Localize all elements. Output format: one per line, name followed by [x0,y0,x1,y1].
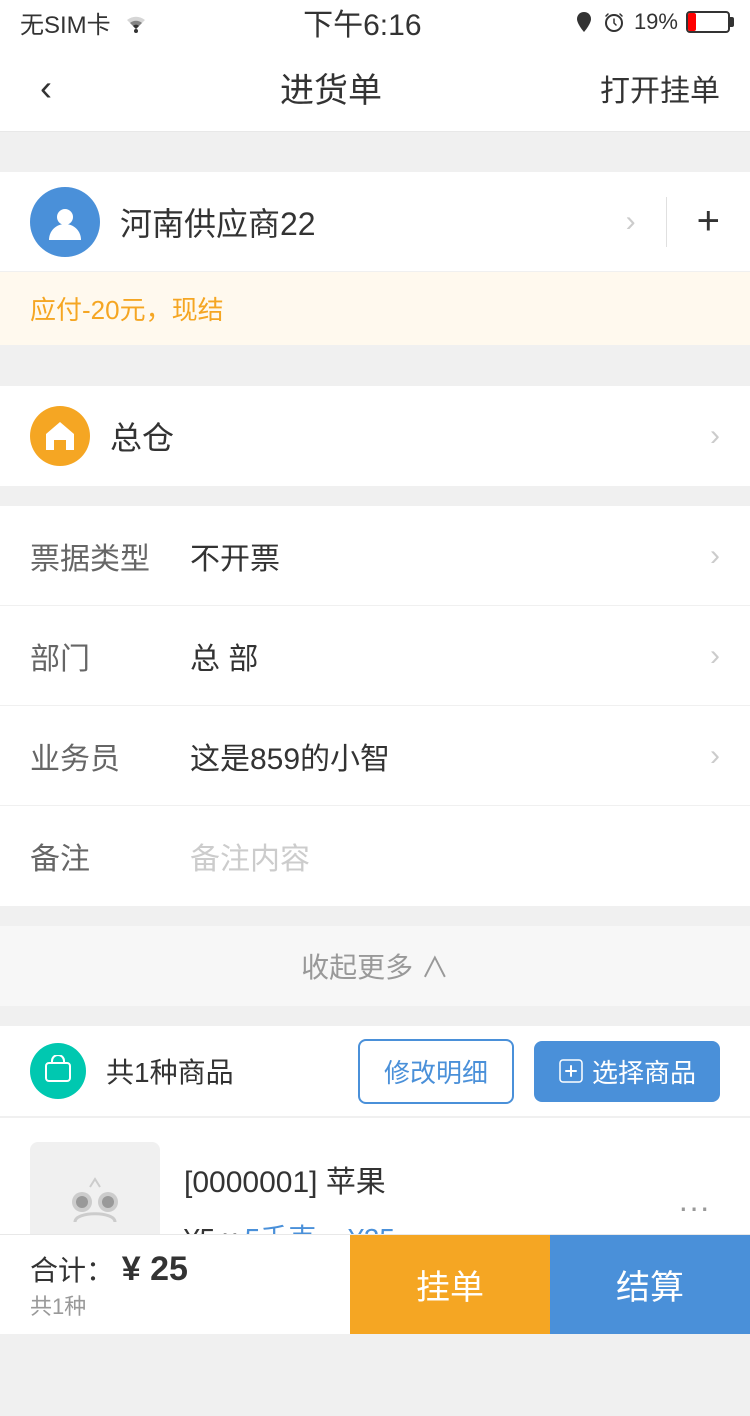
warehouse-chevron-icon: › [710,419,720,453]
warehouse-icon [30,406,90,466]
home-icon [42,418,78,454]
supplier-avatar [30,187,100,257]
products-count: 共1种商品 [106,1051,338,1091]
open-hang-button[interactable]: 打开挂单 [600,66,720,110]
hang-button[interactable]: 挂单 [350,1235,550,1334]
location-icon [574,10,594,34]
status-time: 下午6:16 [303,0,421,44]
total-amount: ¥ 25 [122,1250,188,1288]
product-more-button[interactable]: ··· [668,1179,720,1236]
bottom-bar: 合计： ¥ 25 共1种 挂单 结算 [0,1234,750,1334]
select-icon [558,1058,584,1084]
supplier-chevron-icon: › [626,205,636,239]
dept-label: 部门 [30,634,150,678]
salesperson-chevron-icon: › [710,739,720,773]
select-product-button[interactable]: 选择商品 [534,1041,720,1102]
collapse-bar[interactable]: 收起更多 ∧ [0,926,750,1006]
products-icon [30,1043,86,1099]
section-divider-1 [0,132,750,152]
collapse-text: 收起更多 ∧ [301,946,449,986]
total-sub: 共1种 [30,1289,320,1321]
wifi-icon [121,11,151,33]
invoice-chevron-icon: › [710,539,720,573]
supplier-section: 河南供应商22 › + 应付-20元，现结 [0,172,750,346]
notice-banner: 应付-20元，现结 [0,272,750,346]
checkout-button[interactable]: 结算 [550,1235,750,1334]
supplier-divider [666,197,667,247]
nav-bar: ‹ 进货单 打开挂单 [0,44,750,132]
note-row[interactable]: 备注 备注内容 [0,806,750,906]
note-placeholder: 备注内容 [150,834,720,878]
select-product-label: 选择商品 [592,1053,696,1090]
back-button[interactable]: ‹ [30,57,62,119]
status-bar: 无SIM卡 下午6:16 19% [0,0,750,44]
invoice-row[interactable]: 票据类型 不开票 › [0,506,750,606]
product-name: [0000001] 苹果 [184,1157,644,1201]
battery-percent: 19% [634,9,678,35]
invoice-label: 票据类型 [30,534,150,578]
note-label: 备注 [30,834,150,878]
dept-row[interactable]: 部门 总 部 › [0,606,750,706]
alarm-icon [602,10,626,34]
product-title: 苹果 [326,1166,386,1199]
dept-chevron-icon: › [710,639,720,673]
products-header: 共1种商品 修改明细 选择商品 [0,1026,750,1116]
section-divider-2 [0,346,750,366]
battery-icon [686,11,730,33]
warehouse-row[interactable]: 总仓 › [0,386,750,486]
total-line: 合计： ¥ 25 [30,1249,320,1289]
supplier-name: 河南供应商22 [120,199,626,245]
salesperson-label: 业务员 [30,734,150,778]
status-left: 无SIM卡 [20,5,151,40]
status-right: 19% [574,9,730,35]
form-section: 票据类型 不开票 › 部门 总 部 › 业务员 这是859的小智 › 备注 备注… [0,506,750,906]
person-icon [45,202,85,242]
page-title: 进货单 [280,63,382,112]
warehouse-section: 总仓 › [0,386,750,486]
add-supplier-button[interactable]: + [697,199,720,244]
total-label: 合计： [30,1255,114,1286]
warehouse-name: 总仓 [110,413,710,459]
cart-icon [42,1055,74,1087]
product-code: [0000001] [184,1166,317,1199]
invoice-value: 不开票 [150,534,710,578]
dept-value: 总 部 [150,634,710,678]
bottom-total: 合计： ¥ 25 共1种 [0,1235,350,1334]
salesperson-value: 这是859的小智 [150,734,710,778]
carrier-text: 无SIM卡 [20,5,111,40]
notice-text: 应付-20元，现结 [30,295,224,325]
salesperson-row[interactable]: 业务员 这是859的小智 › [0,706,750,806]
edit-detail-button[interactable]: 修改明细 [358,1039,514,1104]
supplier-row[interactable]: 河南供应商22 › + [0,172,750,272]
